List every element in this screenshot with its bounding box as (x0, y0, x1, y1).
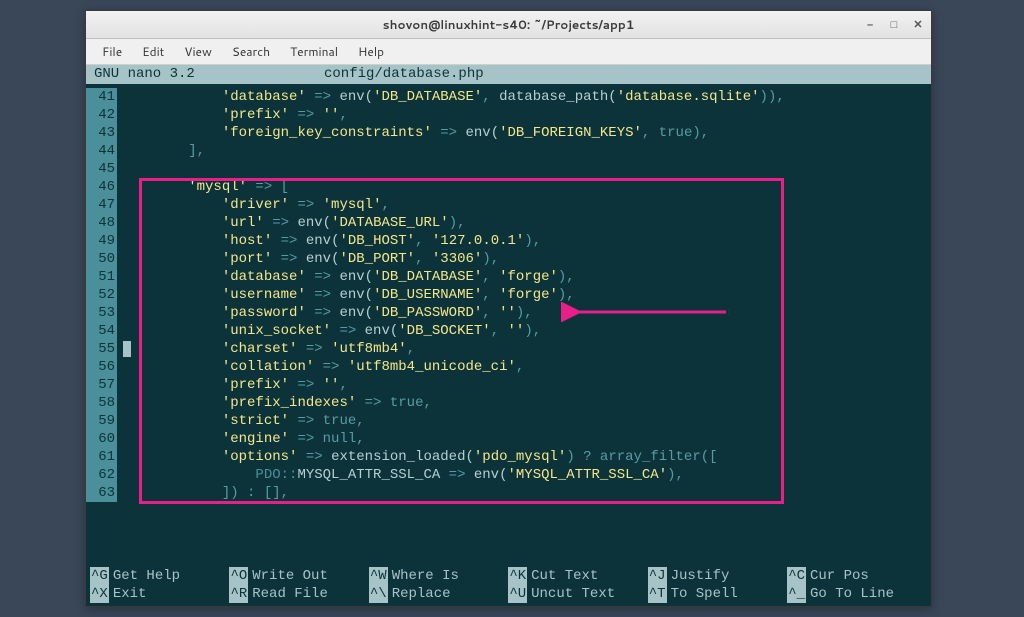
maximize-button[interactable]: □ (887, 18, 901, 32)
line-number: 55 (86, 340, 117, 358)
footer-write-out[interactable]: ^OWrite Out (229, 567, 368, 585)
code-line: 'charset' => 'utf8mb4', (121, 340, 931, 358)
line-number: 62 (86, 466, 117, 484)
code-line (121, 160, 931, 178)
line-number: 61 (86, 448, 117, 466)
menu-view[interactable]: View (176, 40, 220, 63)
editor-area[interactable]: 41 42 43 44 45 46 47 48 49 50 51 52 53 5… (86, 84, 931, 502)
footer-justify[interactable]: ^JJustify (648, 567, 787, 585)
footer-cut-text[interactable]: ^KCut Text (508, 567, 647, 585)
code-line: 'mysql' => [ (121, 178, 931, 196)
code-line: PDO::MYSQL_ATTR_SSL_CA => env('MYSQL_ATT… (121, 466, 931, 484)
line-number: 57 (86, 376, 117, 394)
line-number: 44 (86, 142, 117, 160)
menu-terminal[interactable]: Terminal (282, 40, 346, 63)
code-line: 'port' => env('DB_PORT', '3306'), (121, 250, 931, 268)
close-button[interactable]: ✕ (911, 18, 925, 32)
code-line: 'url' => env('DATABASE_URL'), (121, 214, 931, 232)
window-titlebar: shovon@linuxhint-s40: ~/Projects/app1 – … (86, 11, 931, 39)
footer-read-file[interactable]: ^RRead File (229, 585, 368, 603)
code-line: 'collation' => 'utf8mb4_unicode_ci', (121, 358, 931, 376)
code-line: ]) : [], (121, 484, 931, 502)
nano-app-name: GNU nano 3.2 (94, 65, 324, 84)
line-number: 46 (86, 178, 117, 196)
footer-cur-pos[interactable]: ^CCur Pos (787, 567, 926, 585)
footer-get-help[interactable]: ^GGet Help (90, 567, 229, 585)
line-number-gutter: 41 42 43 44 45 46 47 48 49 50 51 52 53 5… (86, 88, 121, 502)
line-number: 41 (86, 88, 117, 106)
menu-edit[interactable]: Edit (134, 40, 172, 63)
window-controls: – □ ✕ (863, 18, 925, 32)
line-number: 49 (86, 232, 117, 250)
line-number: 53 (86, 304, 117, 322)
code-line: 'driver' => 'mysql', (121, 196, 931, 214)
code-line: 'strict' => true, (121, 412, 931, 430)
line-number: 45 (86, 160, 117, 178)
code-line: 'options' => extension_loaded('pdo_mysql… (121, 448, 931, 466)
nano-filename: config/database.php (324, 65, 484, 84)
minimize-button[interactable]: – (863, 18, 877, 32)
line-number: 48 (86, 214, 117, 232)
code-line: 'foreign_key_constraints' => env('DB_FOR… (121, 124, 931, 142)
code-line: ], (121, 142, 931, 160)
nano-header: GNU nano 3.2 config/database.php (86, 65, 931, 84)
footer-go-to-line[interactable]: ^_Go To Line (787, 585, 926, 603)
code-line: 'password' => env('DB_PASSWORD', ''), (121, 304, 931, 322)
line-number: 60 (86, 430, 117, 448)
code-line: 'prefix_indexes' => true, (121, 394, 931, 412)
line-number: 56 (86, 358, 117, 376)
footer-exit[interactable]: ^XExit (90, 585, 229, 603)
footer-replace[interactable]: ^\Replace (369, 585, 508, 603)
line-number: 63 (86, 484, 117, 502)
code-line: 'prefix' => '', (121, 106, 931, 124)
terminal-window: shovon@linuxhint-s40: ~/Projects/app1 – … (85, 10, 932, 607)
code-line: 'prefix' => '', (121, 376, 931, 394)
line-number: 54 (86, 322, 117, 340)
code-line: 'username' => env('DB_USERNAME', 'forge'… (121, 286, 931, 304)
footer-where-is[interactable]: ^WWhere Is (369, 567, 508, 585)
text-cursor (123, 341, 131, 357)
code-line: 'engine' => null, (121, 430, 931, 448)
menu-search[interactable]: Search (224, 40, 278, 63)
code-content[interactable]: 'database' => env('DB_DATABASE', databas… (121, 88, 931, 502)
code-line: 'host' => env('DB_HOST', '127.0.0.1'), (121, 232, 931, 250)
menubar: File Edit View Search Terminal Help (86, 39, 931, 65)
code-line: 'unix_socket' => env('DB_SOCKET', ''), (121, 322, 931, 340)
line-number: 50 (86, 250, 117, 268)
line-number: 47 (86, 196, 117, 214)
line-number: 42 (86, 106, 117, 124)
line-number: 51 (86, 268, 117, 286)
footer-uncut-text[interactable]: ^UUncut Text (508, 585, 647, 603)
window-title: shovon@linuxhint-s40: ~/Projects/app1 (383, 16, 635, 33)
terminal-area[interactable]: GNU nano 3.2 config/database.php 41 42 4… (86, 65, 931, 606)
code-line: 'database' => env('DB_DATABASE', databas… (121, 88, 931, 106)
line-number: 43 (86, 124, 117, 142)
line-number: 58 (86, 394, 117, 412)
line-number: 52 (86, 286, 117, 304)
nano-footer: ^GGet Help ^OWrite Out ^WWhere Is ^KCut … (86, 567, 931, 606)
line-number: 59 (86, 412, 117, 430)
code-line: 'database' => env('DB_DATABASE', 'forge'… (121, 268, 931, 286)
menu-help[interactable]: Help (350, 40, 392, 63)
footer-to-spell[interactable]: ^TTo Spell (648, 585, 787, 603)
menu-file[interactable]: File (94, 40, 130, 63)
